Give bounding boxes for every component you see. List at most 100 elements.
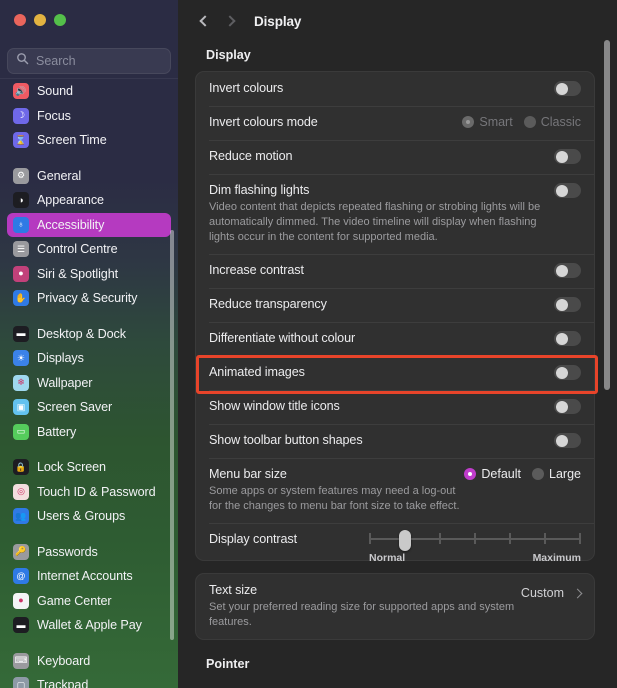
setting-row-reduce-motion[interactable]: Reduce motion xyxy=(196,140,594,174)
setting-label: Invert colours mode xyxy=(209,115,318,129)
setting-row-differentiate-without-colour[interactable]: Differentiate without colour xyxy=(196,322,594,356)
sidebar-item-label: Battery xyxy=(37,424,77,439)
toggle-show-toolbar-button-shapes[interactable] xyxy=(554,433,581,448)
sidebar-item-touch-id-password[interactable]: ◎ Touch ID & Password xyxy=(7,480,171,505)
text-size-card[interactable]: Text size Set your preferred reading siz… xyxy=(195,573,595,640)
sidebar-item-accessibility[interactable]: ♁ Accessibility xyxy=(7,212,171,237)
toolbar: Display xyxy=(178,0,617,42)
setting-row-dim-flashing-lights[interactable]: Dim flashing lights Video content that de… xyxy=(196,174,594,254)
sidebar-item-siri-spotlight[interactable]: ● Siri & Spotlight xyxy=(7,262,171,287)
toggle-knob xyxy=(555,332,568,345)
toggle-reduce-motion[interactable] xyxy=(554,149,581,164)
sidebar-item-label: Sound xyxy=(37,84,73,99)
setting-label: Increase contrast xyxy=(209,263,304,277)
radio-dot xyxy=(532,468,545,480)
sidebar-item-focus[interactable]: ☽ Focus xyxy=(7,104,171,129)
zoom-button[interactable] xyxy=(54,14,66,26)
setting-label: Invert colours xyxy=(209,81,284,95)
setting-label: Show toolbar button shapes xyxy=(209,433,363,447)
search-container xyxy=(7,48,171,74)
game-center-icon: ● xyxy=(13,592,29,609)
sidebar-item-label: Screen Time xyxy=(37,133,107,148)
sidebar-item-displays[interactable]: ☀ Displays xyxy=(7,346,171,371)
sidebar-item-trackpad[interactable]: ▢ Trackpad xyxy=(7,673,171,688)
setting-control: Smart Classic xyxy=(462,106,581,129)
toggle-reduce-transparency[interactable] xyxy=(554,297,581,312)
sidebar-item-passwords[interactable]: 🔑 Passwords xyxy=(7,540,171,565)
sidebar-item-control-centre[interactable]: ☰ Control Centre xyxy=(7,237,171,262)
setting-row-show-window-title-icons[interactable]: Show window title icons xyxy=(196,390,594,424)
search-input[interactable] xyxy=(36,54,162,68)
toggle-differentiate-without-colour[interactable] xyxy=(554,331,581,346)
toggle-dim-flashing-lights[interactable] xyxy=(554,183,581,198)
setting-row-text: Display contrast xyxy=(209,523,369,555)
setting-row-display-contrast[interactable]: Display contrast Normal Maximum xyxy=(196,523,594,564)
sidebar-item-wallpaper[interactable]: ❄ Wallpaper xyxy=(7,371,171,396)
sidebar-item-privacy-security[interactable]: ✋ Privacy & Security xyxy=(7,286,171,311)
search-box[interactable] xyxy=(7,48,171,74)
sidebar-item-internet-accounts[interactable]: @ Internet Accounts xyxy=(7,564,171,589)
forward-button[interactable] xyxy=(218,8,244,34)
appearance-icon: ◑ xyxy=(13,192,29,209)
toggle-knob xyxy=(555,434,568,447)
sidebar-item-sound[interactable]: 🔊 Sound xyxy=(7,79,171,104)
sidebar-item-users-groups[interactable]: 👥 Users & Groups xyxy=(7,504,171,529)
sidebar-item-battery[interactable]: ▭ Battery xyxy=(7,420,171,445)
setting-description: Video content that depicts repeated flas… xyxy=(209,201,541,243)
close-button[interactable] xyxy=(14,14,26,26)
sidebar-item-wallet-apple-pay[interactable]: ▬ Wallet & Apple Pay xyxy=(7,613,171,638)
setting-row-invert-colours[interactable]: Invert colours xyxy=(196,72,594,106)
sidebar-item-label: Touch ID & Password xyxy=(37,484,156,499)
sidebar-item-screen-saver[interactable]: ▣ Screen Saver xyxy=(7,395,171,420)
radio-default[interactable]: Default xyxy=(464,467,521,481)
sidebar-scrollbar[interactable] xyxy=(170,230,174,640)
slider-knob[interactable] xyxy=(399,530,411,551)
sidebar-item-label: General xyxy=(37,168,82,183)
slider-tick xyxy=(439,533,441,544)
sidebar-item-appearance[interactable]: ◑ Appearance xyxy=(7,188,171,213)
setting-row-animated-images[interactable]: Animated images xyxy=(196,356,594,390)
radio-group-menu-bar-size: Default Large xyxy=(464,467,581,481)
sidebar-item-keyboard[interactable]: ⌨ Keyboard xyxy=(7,649,171,674)
sound-icon: 🔊 xyxy=(13,83,29,100)
display-settings-card: Invert colours Invert colours mode Smart Cl… xyxy=(195,71,595,564)
setting-label: Menu bar size xyxy=(209,467,287,481)
sidebar-item-label: Wallpaper xyxy=(37,375,93,390)
sidebar-item-label: Accessibility xyxy=(37,217,105,232)
toggle-show-window-title-icons[interactable] xyxy=(554,399,581,414)
back-button[interactable] xyxy=(190,8,216,34)
toggle-invert-colours[interactable] xyxy=(554,81,581,96)
siri-icon: ● xyxy=(13,265,29,282)
setting-row-reduce-transparency[interactable]: Reduce transparency xyxy=(196,288,594,322)
toggle-knob xyxy=(555,366,568,379)
minimize-button[interactable] xyxy=(34,14,46,26)
radio-large[interactable]: Large xyxy=(532,467,581,481)
sidebar-item-label: Screen Saver xyxy=(37,400,113,415)
sidebar-item-label: Desktop & Dock xyxy=(37,326,126,341)
setting-row-increase-contrast[interactable]: Increase contrast xyxy=(196,254,594,288)
text-size-row[interactable]: Text size Set your preferred reading siz… xyxy=(196,574,594,639)
chevron-right-icon xyxy=(572,588,583,598)
main-panel: Display Display Invert colours Invert col… xyxy=(178,0,617,688)
toggle-increase-contrast[interactable] xyxy=(554,263,581,278)
sidebar-item-screen-time[interactable]: ⌛ Screen Time xyxy=(7,128,171,153)
sidebar-item-general[interactable]: ⚙ General xyxy=(7,164,171,189)
setting-row-show-toolbar-button-shapes[interactable]: Show toolbar button shapes xyxy=(196,424,594,458)
setting-row-menu-bar-size[interactable]: Menu bar size Some apps or system feature… xyxy=(196,458,594,523)
sidebar-item-desktop-dock[interactable]: ▬ Desktop & Dock xyxy=(7,322,171,347)
slider-display-contrast[interactable]: Normal Maximum xyxy=(369,526,581,564)
sidebar-item-label: Privacy & Security xyxy=(37,291,138,306)
setting-row-text: Show window title icons xyxy=(209,390,554,422)
sidebar-item-label: Internet Accounts xyxy=(37,569,133,584)
radio-smart: Smart xyxy=(462,115,513,129)
sidebar-item-game-center[interactable]: ● Game Center xyxy=(7,589,171,614)
toggle-animated-images[interactable] xyxy=(554,365,581,380)
main-scrollbar[interactable] xyxy=(604,40,610,390)
setting-control xyxy=(554,322,581,346)
sidebar-item-lock-screen[interactable]: 🔒 Lock Screen xyxy=(7,455,171,480)
setting-row-invert-colours-mode[interactable]: Invert colours mode Smart Classic xyxy=(196,106,594,140)
setting-control xyxy=(554,288,581,312)
